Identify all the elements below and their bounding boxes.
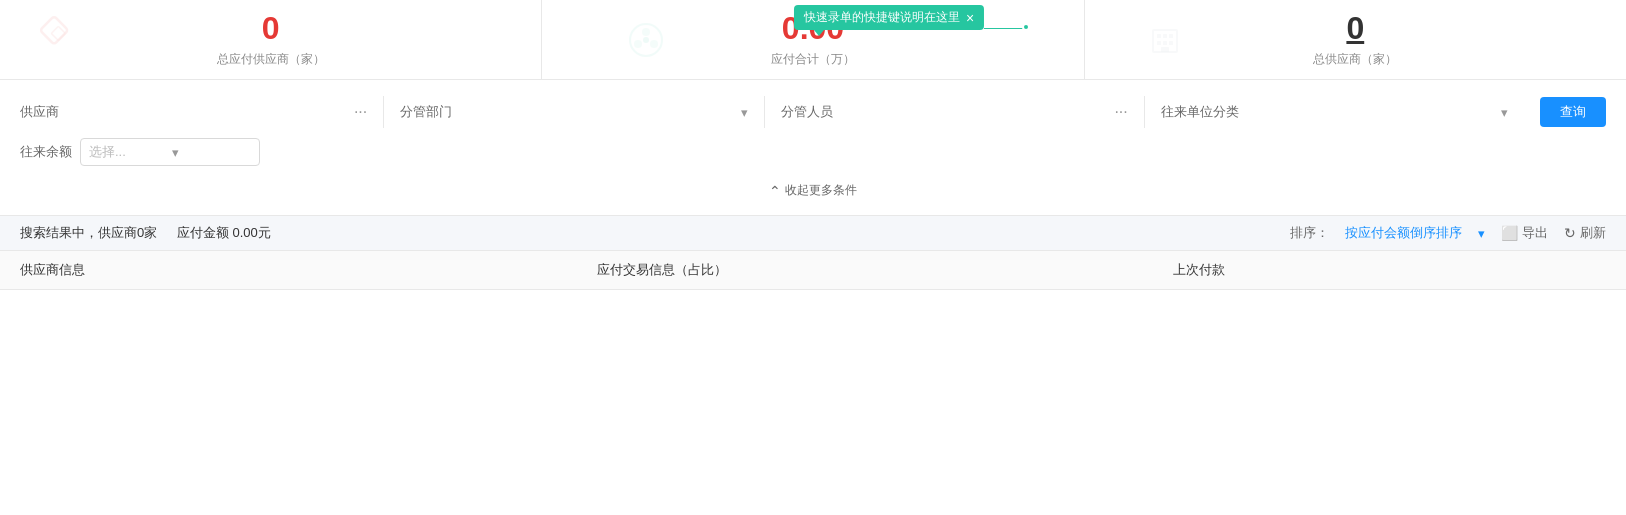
svg-rect-10 xyxy=(1169,34,1173,38)
dept-arrow[interactable]: ▾ xyxy=(741,105,748,120)
svg-point-6 xyxy=(643,37,649,43)
payable-suppliers-label: 总应付供应商（家） xyxy=(217,51,325,68)
dept-label: 分管部门 xyxy=(400,103,452,121)
category-input[interactable] xyxy=(1247,105,1497,120)
dept-field: 分管部门 ▾ xyxy=(384,96,764,128)
results-bar: 搜索结果中，供应商0家 应付金额 0.00元 排序： 按应付会额倒序排序 ▾ ⬜… xyxy=(0,216,1626,251)
tooltip-close-btn[interactable]: × xyxy=(966,11,974,25)
svg-point-3 xyxy=(642,28,650,36)
supplier-input[interactable] xyxy=(67,105,350,120)
search-row-1: 供应商 ··· 分管部门 ▾ 分管人员 ··· 往来单位分类 ▾ 查询 xyxy=(20,96,1606,128)
svg-rect-8 xyxy=(1157,34,1161,38)
collapse-label: 收起更多条件 xyxy=(785,182,857,199)
search-row-2: 往来余额 选择... ▾ xyxy=(20,138,1606,166)
search-area: 供应商 ··· 分管部门 ▾ 分管人员 ··· 往来单位分类 ▾ 查询 往来余额 xyxy=(0,80,1626,216)
person-field: 分管人员 ··· xyxy=(765,96,1145,128)
sort-value[interactable]: 按应付会额倒序排序 xyxy=(1345,224,1462,242)
results-summary: 搜索结果中，供应商0家 应付金额 0.00元 xyxy=(20,224,271,242)
stat-payable-total: 快速录单的快捷键说明在这里 × 0.00 应付合计（万） xyxy=(542,0,1084,79)
svg-point-5 xyxy=(650,40,658,48)
export-button[interactable]: ⬜ 导出 xyxy=(1501,224,1548,242)
collapse-icon: ⌃ xyxy=(769,183,781,199)
balance-field: 往来余额 选择... ▾ xyxy=(20,138,260,166)
person-label: 分管人员 xyxy=(781,103,833,121)
refresh-icon: ↻ xyxy=(1564,225,1576,241)
person-more-btn[interactable]: ··· xyxy=(1114,103,1127,121)
balance-placeholder: 选择... xyxy=(89,143,168,161)
table-body xyxy=(0,290,1626,515)
col-supplier-header: 供应商信息 xyxy=(20,261,597,279)
search-button[interactable]: 查询 xyxy=(1540,97,1606,127)
collapse-row: ⌃ 收起更多条件 xyxy=(20,174,1606,207)
sort-label: 排序： xyxy=(1290,224,1329,242)
total-suppliers-number: 0 xyxy=(1313,11,1397,46)
category-field: 往来单位分类 ▾ xyxy=(1145,96,1524,128)
supplier-field: 供应商 ··· xyxy=(20,96,384,128)
svg-rect-12 xyxy=(1163,41,1167,45)
total-suppliers-label: 总供应商（家） xyxy=(1313,51,1397,68)
tooltip-bubble: 快速录单的快捷键说明在这里 × xyxy=(794,5,984,30)
balance-arrow: ▾ xyxy=(172,145,251,160)
svg-rect-1 xyxy=(51,26,65,40)
category-label: 往来单位分类 xyxy=(1161,103,1239,121)
supplier-more-btn[interactable]: ··· xyxy=(354,103,367,121)
balance-select[interactable]: 选择... ▾ xyxy=(80,138,260,166)
table-header: 供应商信息 应付交易信息（占比） 上次付款 xyxy=(0,251,1626,290)
balance-label: 往来余额 xyxy=(20,143,72,161)
col-last-pay-header: 上次付款 xyxy=(1173,261,1606,279)
svg-rect-13 xyxy=(1169,41,1173,45)
svg-point-4 xyxy=(634,40,642,48)
tooltip-line xyxy=(984,28,1024,29)
refresh-button[interactable]: ↻ 刷新 xyxy=(1564,224,1606,242)
svg-rect-11 xyxy=(1157,41,1161,45)
refresh-label: 刷新 xyxy=(1580,224,1606,242)
results-actions: 排序： 按应付会额倒序排序 ▾ ⬜ 导出 ↻ 刷新 xyxy=(1290,224,1606,242)
sort-arrow[interactable]: ▾ xyxy=(1478,226,1485,241)
tooltip-dot xyxy=(1022,23,1030,31)
stat-total-suppliers: 0 总供应商（家） xyxy=(1085,0,1626,79)
tooltip-text: 快速录单的快捷键说明在这里 xyxy=(804,9,960,26)
payable-suppliers-number: 0 xyxy=(217,11,325,46)
supplier-label: 供应商 xyxy=(20,103,59,121)
export-icon: ⬜ xyxy=(1501,225,1518,241)
category-arrow[interactable]: ▾ xyxy=(1501,105,1508,120)
results-amount: 应付金额 0.00元 xyxy=(177,225,271,240)
top-stats: 0 总应付供应商（家） 快速录单的快捷键说明在这里 × 0.00 应付合计（万） xyxy=(0,0,1626,80)
results-count: 搜索结果中，供应商0家 xyxy=(20,225,157,240)
svg-rect-14 xyxy=(1161,47,1169,52)
col-payable-header: 应付交易信息（占比） xyxy=(597,261,1174,279)
person-input[interactable] xyxy=(841,105,1111,120)
stat-payable-suppliers: 0 总应付供应商（家） xyxy=(0,0,542,79)
collapse-button[interactable]: ⌃ 收起更多条件 xyxy=(753,178,873,203)
export-label: 导出 xyxy=(1522,224,1548,242)
dept-input[interactable] xyxy=(460,105,736,120)
payable-total-label: 应付合计（万） xyxy=(771,51,855,68)
svg-rect-9 xyxy=(1163,34,1167,38)
